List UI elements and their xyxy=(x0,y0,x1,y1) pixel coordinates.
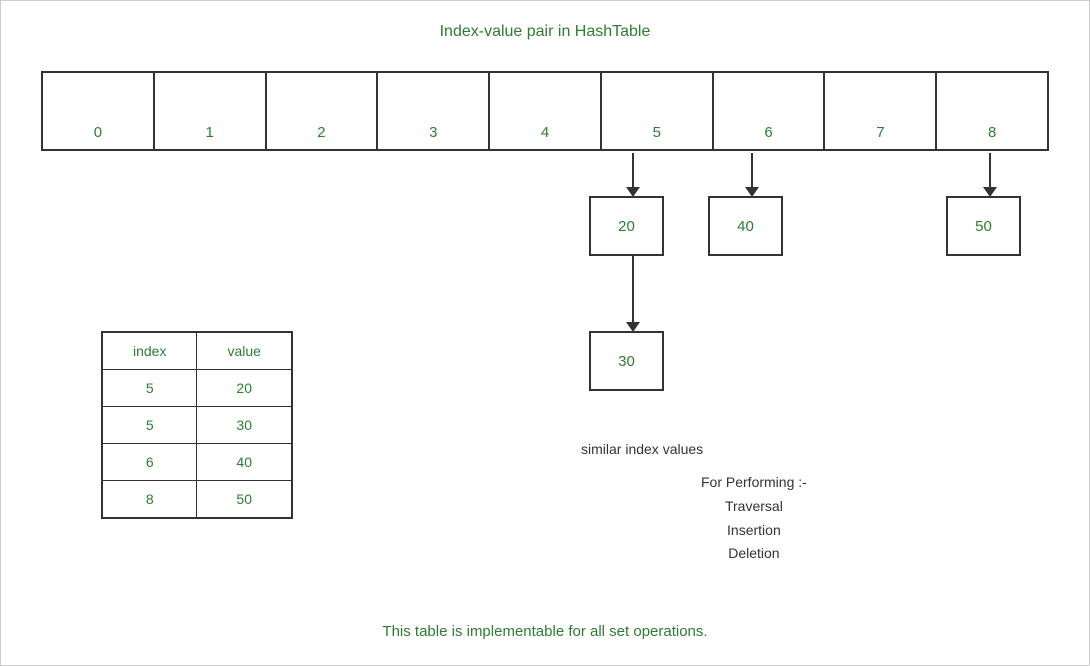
page-title: Index-value pair in HashTable xyxy=(1,23,1089,41)
performing-block: For Performing :- Traversal Insertion De… xyxy=(701,471,807,566)
similar-label: similar index values xyxy=(581,441,703,457)
array-cell-2: 2 xyxy=(267,73,379,149)
array-cell-4: 4 xyxy=(490,73,602,149)
performing-title: For Performing :- xyxy=(701,471,807,495)
row2-index: 6 xyxy=(102,444,197,481)
table-row: 6 40 xyxy=(102,444,292,481)
row3-value: 50 xyxy=(197,481,292,519)
array-cell-5: 5 xyxy=(602,73,714,149)
table-row: 8 50 xyxy=(102,481,292,519)
array-cell-7: 7 xyxy=(825,73,937,149)
row2-value: 40 xyxy=(197,444,292,481)
array-cell-6: 6 xyxy=(714,73,826,149)
performing-item-1: Insertion xyxy=(701,519,807,543)
arrow-5-to-20 xyxy=(626,153,640,197)
array-cell-0: 0 xyxy=(43,73,155,149)
value-box-30: 30 xyxy=(589,331,664,391)
row0-value: 20 xyxy=(197,370,292,407)
arrow-8-to-50 xyxy=(983,153,997,197)
bottom-text: This table is implementable for all set … xyxy=(1,623,1089,640)
array-cell-3: 3 xyxy=(378,73,490,149)
arrow-6-to-40 xyxy=(745,153,759,197)
value-box-40: 40 xyxy=(708,196,783,256)
table-header-value: value xyxy=(197,332,292,370)
row1-index: 5 xyxy=(102,407,197,444)
hash-array: 0 1 2 3 4 5 6 7 8 xyxy=(41,71,1049,151)
array-cell-1: 1 xyxy=(155,73,267,149)
row0-index: 5 xyxy=(102,370,197,407)
data-table: index value 5 20 5 30 6 40 8 50 xyxy=(101,331,293,519)
array-cell-8: 8 xyxy=(937,73,1047,149)
arrow-20-to-30 xyxy=(626,256,640,332)
table-row: 5 20 xyxy=(102,370,292,407)
row1-value: 30 xyxy=(197,407,292,444)
performing-item-2: Deletion xyxy=(701,542,807,566)
performing-item-0: Traversal xyxy=(701,495,807,519)
table-header-index: index xyxy=(102,332,197,370)
main-container: Index-value pair in HashTable 0 1 2 3 4 … xyxy=(0,0,1090,666)
value-box-50: 50 xyxy=(946,196,1021,256)
table-row: 5 30 xyxy=(102,407,292,444)
row3-index: 8 xyxy=(102,481,197,519)
value-box-20: 20 xyxy=(589,196,664,256)
